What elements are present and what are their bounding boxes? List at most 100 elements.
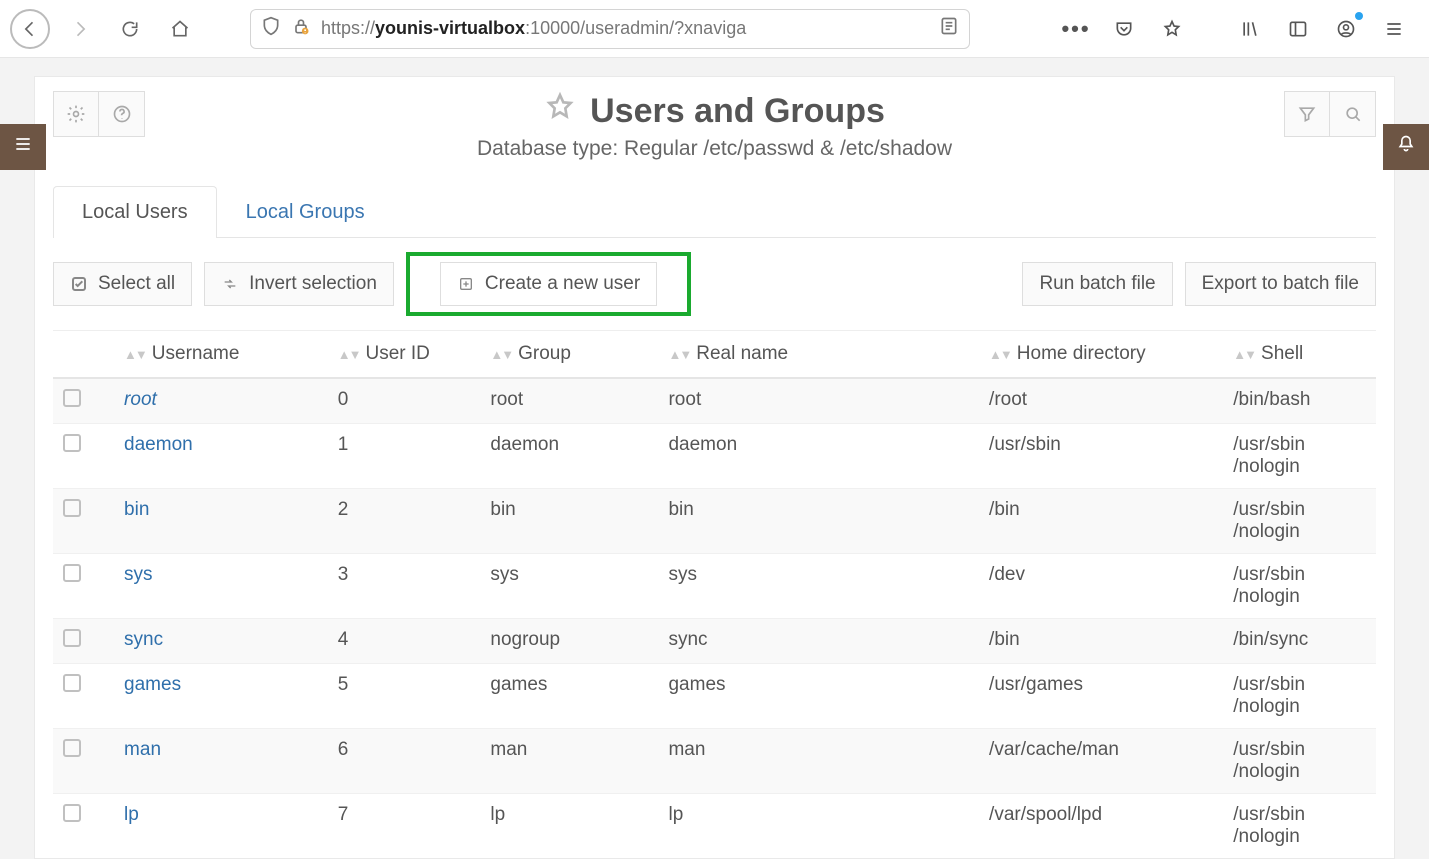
reader-mode-icon[interactable] — [939, 16, 959, 41]
run-batch-button[interactable]: Run batch file — [1022, 262, 1172, 306]
help-button[interactable] — [99, 91, 145, 137]
home-button[interactable] — [160, 9, 200, 49]
plus-box-icon — [457, 275, 475, 293]
table-row: games5gamesgames/usr/games/usr/sbin /nol… — [53, 664, 1376, 729]
browser-right-controls: ••• — [1061, 14, 1419, 44]
sidebar-icon[interactable] — [1283, 14, 1313, 44]
col-home[interactable]: ▲▼Home directory — [979, 331, 1223, 379]
invert-selection-button[interactable]: Invert selection — [204, 262, 394, 306]
users-table: ▲▼Username ▲▼User ID ▲▼Group ▲▼Real name… — [53, 330, 1376, 858]
cell-shell: /usr/sbin /nologin — [1223, 489, 1376, 554]
username-link[interactable]: bin — [124, 499, 149, 520]
export-batch-button[interactable]: Export to batch file — [1185, 262, 1376, 306]
cell-realname: sys — [658, 554, 979, 619]
cell-shell: /usr/sbin /nologin — [1223, 664, 1376, 729]
row-checkbox[interactable] — [63, 499, 81, 517]
table-row: sys3syssys/dev/usr/sbin /nologin — [53, 554, 1376, 619]
select-all-label: Select all — [98, 273, 175, 295]
search-button[interactable] — [1330, 91, 1376, 137]
col-userid[interactable]: ▲▼User ID — [328, 331, 481, 379]
favorite-star-icon[interactable] — [544, 91, 576, 131]
cell-realname: root — [658, 378, 979, 424]
row-checkbox[interactable] — [63, 434, 81, 452]
export-batch-label: Export to batch file — [1202, 273, 1359, 295]
cell-home: /var/spool/lpd — [979, 794, 1223, 859]
cell-group: nogroup — [480, 619, 658, 664]
cell-uid: 6 — [328, 729, 481, 794]
main-panel: Users and Groups Database type: Regular … — [34, 76, 1395, 859]
row-checkbox[interactable] — [63, 629, 81, 647]
cell-shell: /usr/sbin /nologin — [1223, 424, 1376, 489]
cell-uid: 5 — [328, 664, 481, 729]
row-checkbox[interactable] — [63, 564, 81, 582]
panel-left-tools — [53, 91, 145, 137]
cell-group: games — [480, 664, 658, 729]
cell-uid: 1 — [328, 424, 481, 489]
cell-shell: /bin/sync — [1223, 619, 1376, 664]
row-checkbox[interactable] — [63, 739, 81, 757]
hamburger-menu-icon[interactable] — [1379, 14, 1409, 44]
select-all-button[interactable]: Select all — [53, 262, 192, 306]
bookmark-star-icon[interactable] — [1157, 14, 1187, 44]
cell-home: /root — [979, 378, 1223, 424]
cell-uid: 7 — [328, 794, 481, 859]
module-config-button[interactable] — [53, 91, 99, 137]
cell-home: /usr/sbin — [979, 424, 1223, 489]
row-checkbox[interactable] — [63, 674, 81, 692]
account-icon[interactable] — [1331, 14, 1361, 44]
cell-realname: games — [658, 664, 979, 729]
browser-toolbar: https://younis-virtualbox:10000/useradmi… — [0, 0, 1429, 58]
col-group[interactable]: ▲▼Group — [480, 331, 658, 379]
cell-realname: bin — [658, 489, 979, 554]
username-link[interactable]: lp — [124, 804, 139, 825]
table-row: bin2binbin/bin/usr/sbin /nologin — [53, 489, 1376, 554]
create-user-label: Create a new user — [485, 273, 640, 295]
col-username[interactable]: ▲▼Username — [114, 331, 328, 379]
create-user-button[interactable]: Create a new user — [440, 262, 657, 306]
bell-icon — [1396, 134, 1416, 160]
cell-group: bin — [480, 489, 658, 554]
library-icon[interactable] — [1235, 14, 1265, 44]
cell-group: man — [480, 729, 658, 794]
filter-button[interactable] — [1284, 91, 1330, 137]
cell-shell: /usr/sbin /nologin — [1223, 554, 1376, 619]
table-row: daemon1daemondaemon/usr/sbin/usr/sbin /n… — [53, 424, 1376, 489]
bars-icon — [13, 134, 33, 160]
cell-home: /bin — [979, 619, 1223, 664]
invert-icon — [221, 275, 239, 293]
tab-local-groups[interactable]: Local Groups — [217, 186, 394, 238]
cell-home: /var/cache/man — [979, 729, 1223, 794]
left-drawer-toggle[interactable] — [0, 124, 46, 170]
panel-right-tools — [1284, 91, 1376, 137]
url-bar[interactable]: https://younis-virtualbox:10000/useradmi… — [250, 9, 970, 49]
tabs: Local Users Local Groups — [53, 185, 1376, 238]
table-toolbar: Select all Invert selection Create a new… — [53, 238, 1376, 330]
tab-local-users[interactable]: Local Users — [53, 186, 217, 238]
cell-realname: man — [658, 729, 979, 794]
username-link[interactable]: sync — [124, 629, 163, 650]
row-checkbox[interactable] — [63, 389, 81, 407]
table-row: sync4nogroupsync/bin/bin/sync — [53, 619, 1376, 664]
cell-shell: /bin/bash — [1223, 378, 1376, 424]
cell-group: lp — [480, 794, 658, 859]
cell-uid: 0 — [328, 378, 481, 424]
table-row: root0rootroot/root/bin/bash — [53, 378, 1376, 424]
forward-button[interactable] — [60, 9, 100, 49]
username-link[interactable]: sys — [124, 564, 153, 585]
url-text: https://younis-virtualbox:10000/useradmi… — [321, 18, 929, 39]
cell-group: sys — [480, 554, 658, 619]
username-link[interactable]: games — [124, 674, 181, 695]
row-checkbox[interactable] — [63, 804, 81, 822]
back-button[interactable] — [10, 9, 50, 49]
page-subtitle: Database type: Regular /etc/passwd & /et… — [145, 137, 1284, 161]
col-realname[interactable]: ▲▼Real name — [658, 331, 979, 379]
username-link[interactable]: daemon — [124, 434, 193, 455]
username-link[interactable]: root — [124, 389, 157, 410]
username-link[interactable]: man — [124, 739, 161, 760]
page-actions-icon[interactable]: ••• — [1061, 14, 1091, 44]
reload-button[interactable] — [110, 9, 150, 49]
notifications-toggle[interactable] — [1383, 124, 1429, 170]
pocket-icon[interactable] — [1109, 14, 1139, 44]
col-shell[interactable]: ▲▼Shell — [1223, 331, 1376, 379]
table-row: lp7lplp/var/spool/lpd/usr/sbin /nologin — [53, 794, 1376, 859]
